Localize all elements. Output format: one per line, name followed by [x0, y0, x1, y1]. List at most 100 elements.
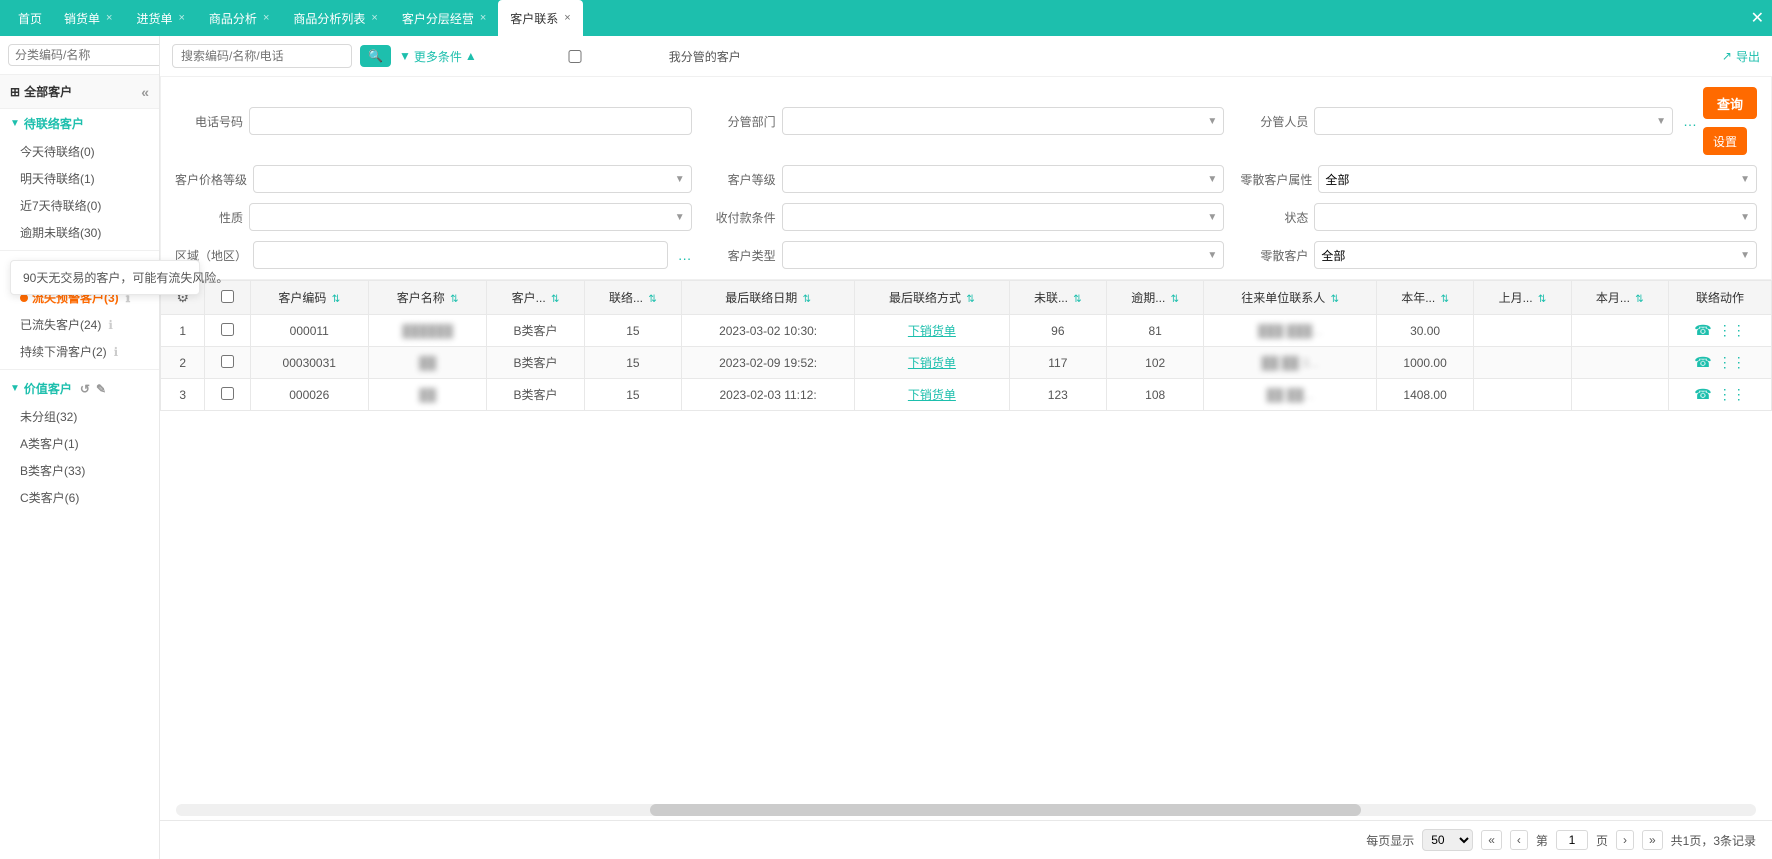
filter-select-customer-type[interactable]: ▼: [782, 241, 1225, 269]
filter-select-payment[interactable]: ▼: [782, 203, 1225, 231]
search-input[interactable]: [172, 44, 352, 68]
tab-goods-analysis-list-close[interactable]: ×: [371, 12, 377, 24]
sidebar-item-today[interactable]: 今天待联络(0): [0, 138, 159, 165]
tab-goods-analysis[interactable]: 商品分析 ×: [197, 0, 281, 36]
row-checkbox-2[interactable]: [221, 387, 234, 400]
cell-actions-0: ☎ ⋮⋮: [1668, 315, 1771, 347]
first-page-button[interactable]: «: [1481, 830, 1502, 850]
table-header-last-contact-date[interactable]: 最后联络日期 ⇅: [682, 281, 855, 315]
horizontal-scrollbar[interactable]: [176, 804, 1756, 816]
cell-last-method-1[interactable]: 下销货单: [855, 347, 1010, 379]
tab-sales[interactable]: 销货单 ×: [52, 0, 124, 36]
sidebar-item-classC[interactable]: C类客户(6): [0, 484, 159, 511]
tab-home[interactable]: 首页: [8, 0, 52, 36]
table-header-last-month[interactable]: 上月... ⇅: [1474, 281, 1571, 315]
sidebar-item-declining[interactable]: 持续下滑客户(2) ℹ: [0, 338, 159, 365]
query-button[interactable]: 查询: [1703, 87, 1757, 119]
filter-dots-region[interactable]: …: [678, 247, 692, 263]
action-contact-icon-0[interactable]: ☎: [1694, 322, 1711, 339]
filter-select-dept[interactable]: ▼: [782, 107, 1225, 135]
action-menu-icon-1[interactable]: ⋮⋮: [1718, 354, 1746, 371]
filter-input-phone[interactable]: [249, 107, 692, 135]
filter-select-retail-attr[interactable]: 全部 ▼: [1318, 165, 1757, 193]
sidebar-item-tomorrow[interactable]: 明天待联络(1): [0, 165, 159, 192]
sort-arrow-last-contact-date: ⇅: [803, 294, 811, 305]
export-button[interactable]: ↗ 导出: [1722, 48, 1760, 65]
sidebar-section-pending[interactable]: ▼ 待联络客户: [0, 109, 159, 138]
cell-last-method-2[interactable]: 下销货单: [855, 379, 1010, 411]
table-header-uncontacted-days[interactable]: 未联... ⇅: [1009, 281, 1106, 315]
tab-purchase[interactable]: 进货单 ×: [124, 0, 196, 36]
tab-purchase-close[interactable]: ×: [178, 12, 184, 24]
page-number-input[interactable]: [1556, 830, 1588, 850]
table-header-type[interactable]: 客户... ⇅: [487, 281, 584, 315]
sidebar-item-7days[interactable]: 近7天待联络(0): [0, 192, 159, 219]
sidebar-search-input[interactable]: [8, 44, 160, 66]
table-header-contacts[interactable]: 往来单位联系人 ⇅: [1204, 281, 1377, 315]
filter-select-nature[interactable]: ▼: [249, 203, 692, 231]
action-contact-icon-2[interactable]: ☎: [1694, 386, 1711, 403]
cell-checkbox-2[interactable]: [205, 379, 250, 411]
table-header-code[interactable]: 客户编码 ⇅: [250, 281, 368, 315]
sidebar-item-overdue[interactable]: 逾期未联络(30): [0, 219, 159, 246]
table-header-contact-count-label: 联络...: [609, 291, 643, 305]
action-contact-icon-1[interactable]: ☎: [1694, 354, 1711, 371]
tab-customer-contact-close[interactable]: ×: [564, 12, 570, 24]
refresh-icon[interactable]: ↺: [80, 382, 90, 396]
sidebar-section-pending-label: 待联络客户: [24, 115, 84, 132]
my-customers-checkbox[interactable]: [485, 50, 665, 63]
more-conditions-button[interactable]: ▼ 更多条件 ▲: [399, 48, 477, 65]
filter-select-status[interactable]: ▼: [1314, 203, 1757, 231]
filter-input-region[interactable]: [253, 241, 668, 269]
cell-checkbox-1[interactable]: [205, 347, 250, 379]
sidebar-item-declining-label: 持续下滑客户(2): [20, 343, 107, 360]
table-row: 1 000011 ██████ B类客户 15 2023-03-02 10:30…: [161, 315, 1772, 347]
tab-customer-contact[interactable]: 客户联系 ×: [498, 0, 582, 36]
sidebar-item-classB[interactable]: B类客户(33): [0, 457, 159, 484]
table-header-contact-count[interactable]: 联络... ⇅: [584, 281, 681, 315]
row-checkbox-1[interactable]: [221, 355, 234, 368]
close-all-button[interactable]: ✕: [1751, 8, 1764, 28]
cell-index-2: 3: [161, 379, 205, 411]
tab-goods-analysis-close[interactable]: ×: [263, 12, 269, 24]
tab-home-label: 首页: [18, 10, 42, 27]
sidebar-all-customers[interactable]: ⊞ 全部客户 «: [0, 75, 159, 109]
settings-button[interactable]: 设置: [1703, 127, 1747, 155]
prev-page-button[interactable]: ‹: [1510, 830, 1528, 850]
sidebar-item-ungrouped[interactable]: 未分组(32): [0, 403, 159, 430]
horizontal-scrollbar-thumb[interactable]: [650, 804, 1361, 816]
select-all-checkbox[interactable]: [221, 290, 234, 303]
table-header-last-contact-method[interactable]: 最后联络方式 ⇅: [855, 281, 1010, 315]
table-header-name[interactable]: 客户名称 ⇅: [368, 281, 486, 315]
row-checkbox-0[interactable]: [221, 323, 234, 336]
tab-customer-tier-close[interactable]: ×: [480, 12, 486, 24]
action-menu-icon-2[interactable]: ⋮⋮: [1718, 386, 1746, 403]
action-menu-icon-0[interactable]: ⋮⋮: [1718, 322, 1746, 339]
filter-select-customer-tier[interactable]: ▼: [782, 165, 1225, 193]
table-header-this-year[interactable]: 本年... ⇅: [1376, 281, 1473, 315]
filter-icon: ▼: [399, 49, 411, 63]
filter-select-price-tier[interactable]: ▼: [253, 165, 692, 193]
sidebar-collapse-icon[interactable]: «: [141, 84, 149, 100]
edit-icon[interactable]: ✎: [96, 382, 106, 396]
next-page-button[interactable]: ›: [1616, 830, 1634, 850]
last-page-button[interactable]: »: [1642, 830, 1663, 850]
tab-customer-tier[interactable]: 客户分层经营 ×: [390, 0, 498, 36]
cell-this-year-2: 1408.00: [1376, 379, 1473, 411]
table-header-overdue-days[interactable]: 逾期... ⇅: [1107, 281, 1204, 315]
filter-select-person[interactable]: ▼: [1314, 107, 1673, 135]
tab-sales-close[interactable]: ×: [106, 12, 112, 24]
table-header-this-month[interactable]: 本月... ⇅: [1571, 281, 1668, 315]
tab-goods-analysis-list[interactable]: 商品分析列表 ×: [281, 0, 389, 36]
search-button[interactable]: 🔍: [360, 45, 391, 67]
per-page-select[interactable]: 50 100 200: [1422, 829, 1473, 851]
sidebar-item-churned[interactable]: 已流失客户(24) ℹ: [0, 311, 159, 338]
sidebar-item-classA[interactable]: A类客户(1): [0, 430, 159, 457]
filter-select-retail-customer[interactable]: 全部 ▼: [1314, 241, 1757, 269]
filter-dots-person[interactable]: …: [1683, 113, 1697, 129]
sidebar-section-value[interactable]: ▼ 价值客户 ↺ ✎: [0, 374, 159, 403]
cell-last-method-0[interactable]: 下销货单: [855, 315, 1010, 347]
cell-checkbox-0[interactable]: [205, 315, 250, 347]
my-customers-checkbox-label[interactable]: 我分管的客户: [485, 48, 741, 65]
export-label: 导出: [1736, 48, 1760, 65]
